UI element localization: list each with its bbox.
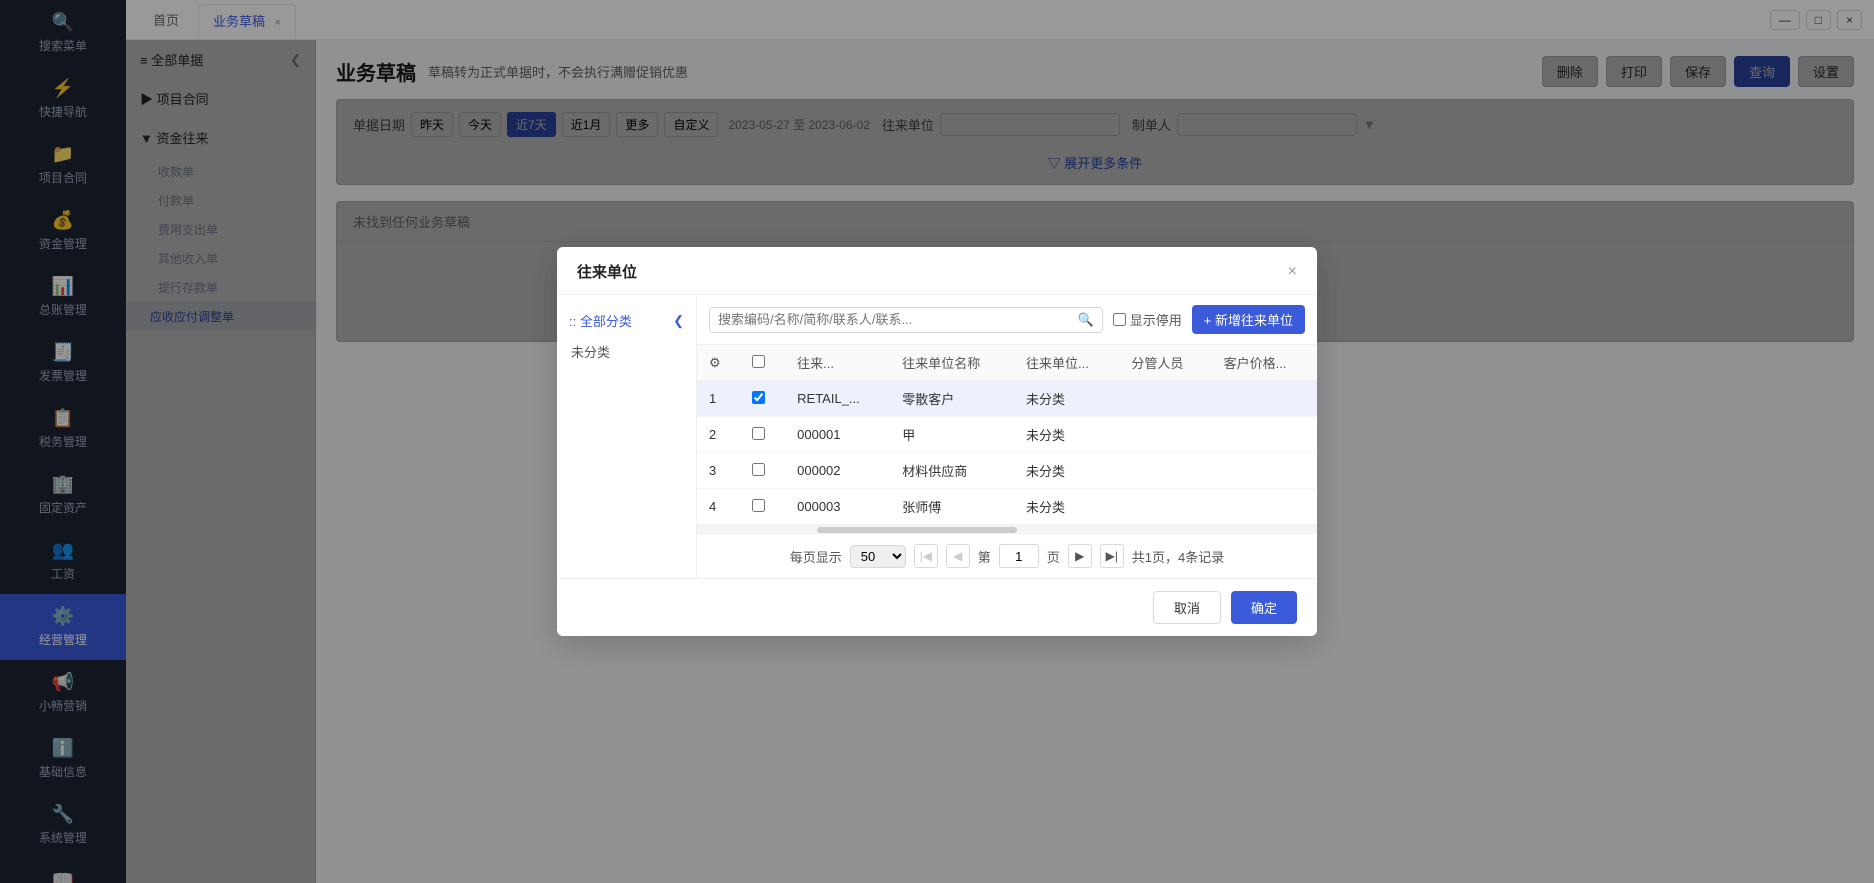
cell-checkbox[interactable]	[740, 417, 785, 453]
search-input[interactable]	[718, 312, 1072, 327]
table-panel: 🔍 显示停用 + 新增往来单位 ⚙	[697, 295, 1317, 578]
data-table: ⚙ 往来... 往来单位名称 往来单位... 分管人员 客户价格...	[697, 345, 1317, 525]
table-row[interactable]: 1 RETAIL_... 零散客户 未分类	[697, 381, 1317, 417]
cancel-button[interactable]: 取消	[1153, 591, 1221, 624]
cell-salesperson	[1119, 417, 1211, 453]
cell-code: 000003	[785, 489, 890, 525]
col-salesperson[interactable]: 分管人员	[1119, 345, 1211, 381]
cell-checkbox[interactable]	[740, 381, 785, 417]
next-page-button[interactable]: ▶	[1068, 544, 1092, 568]
cell-salesperson	[1119, 381, 1211, 417]
cell-salesperson	[1119, 489, 1211, 525]
cell-price	[1212, 417, 1317, 453]
cell-name: 零散客户	[890, 381, 1014, 417]
cell-category: 未分类	[1014, 381, 1119, 417]
category-panel: :: 全部分类 ❮ 未分类	[557, 295, 697, 578]
cell-row-num: 3	[697, 453, 740, 489]
cell-category: 未分类	[1014, 453, 1119, 489]
horizontal-scrollbar[interactable]	[697, 525, 1317, 533]
col-name[interactable]: 往来单位名称	[890, 345, 1014, 381]
category-all-text: :: 全部分类	[569, 311, 632, 330]
table-row[interactable]: 2 000001 甲 未分类	[697, 417, 1317, 453]
pagination: 每页显示 50 100 200 |◀ ◀ 第 页 ▶ ▶| 共1页，4条记录	[697, 533, 1317, 578]
search-icon: 🔍	[1078, 312, 1094, 328]
col-code[interactable]: 往来...	[785, 345, 890, 381]
last-page-button[interactable]: ▶|	[1100, 544, 1124, 568]
col-price[interactable]: 客户价格...	[1212, 345, 1317, 381]
dialog-header: 往来单位 ×	[557, 247, 1317, 295]
show-disabled-text: 显示停用	[1130, 310, 1182, 329]
cell-name: 甲	[890, 417, 1014, 453]
cell-category: 未分类	[1014, 417, 1119, 453]
cell-salesperson	[1119, 453, 1211, 489]
col-checkbox	[740, 345, 785, 381]
category-all-label[interactable]: :: 全部分类 ❮	[557, 305, 696, 336]
col-category[interactable]: 往来单位...	[1014, 345, 1119, 381]
scrollbar-thumb[interactable]	[817, 527, 1017, 533]
page-number-input[interactable]	[999, 544, 1039, 568]
prev-page-button[interactable]: ◀	[946, 544, 970, 568]
partner-table: ⚙ 往来... 往来单位名称 往来单位... 分管人员 客户价格...	[697, 345, 1317, 525]
select-all-checkbox[interactable]	[752, 355, 765, 368]
dialog-table-toolbar: 🔍 显示停用 + 新增往来单位	[697, 295, 1317, 345]
cell-price	[1212, 381, 1317, 417]
cell-code: RETAIL_...	[785, 381, 890, 417]
dialog-title: 往来单位	[577, 261, 637, 282]
table-row[interactable]: 3 000002 材料供应商 未分类	[697, 453, 1317, 489]
page-size-label: 每页显示	[790, 547, 842, 566]
cell-category: 未分类	[1014, 489, 1119, 525]
cell-checkbox[interactable]	[740, 489, 785, 525]
category-collapse-icon[interactable]: ❮	[673, 313, 684, 329]
cell-code: 000002	[785, 453, 890, 489]
table-header: ⚙ 往来... 往来单位名称 往来单位... 分管人员 客户价格...	[697, 345, 1317, 381]
partner-dialog: 往来单位 × :: 全部分类 ❮ 未分类 �	[557, 247, 1317, 636]
table-row[interactable]: 4 000003 张师傅 未分类	[697, 489, 1317, 525]
dialog-body: :: 全部分类 ❮ 未分类 🔍 显示停用	[557, 295, 1317, 578]
page-label-before: 第	[978, 547, 991, 566]
first-page-button[interactable]: |◀	[914, 544, 938, 568]
cell-name: 张师傅	[890, 489, 1014, 525]
dialog-close-button[interactable]: ×	[1288, 263, 1297, 281]
cell-row-num: 4	[697, 489, 740, 525]
total-label: 共1页，4条记录	[1132, 547, 1224, 566]
add-partner-button[interactable]: + 新增往来单位	[1192, 305, 1305, 334]
cell-price	[1212, 489, 1317, 525]
cell-checkbox[interactable]	[740, 453, 785, 489]
page-label-after: 页	[1047, 547, 1060, 566]
page-size-select[interactable]: 50 100 200	[850, 545, 906, 568]
search-box: 🔍	[709, 307, 1103, 333]
cell-code: 000001	[785, 417, 890, 453]
category-uncategorized[interactable]: 未分类	[557, 336, 696, 367]
dialog-footer: 取消 确定	[557, 578, 1317, 636]
dialog-overlay: 往来单位 × :: 全部分类 ❮ 未分类 �	[0, 0, 1874, 883]
cell-row-num: 1	[697, 381, 740, 417]
show-disabled-label[interactable]: 显示停用	[1113, 310, 1182, 329]
cell-name: 材料供应商	[890, 453, 1014, 489]
cell-row-num: 2	[697, 417, 740, 453]
table-body: 1 RETAIL_... 零散客户 未分类 2	[697, 381, 1317, 525]
confirm-button[interactable]: 确定	[1231, 591, 1297, 624]
show-disabled-checkbox[interactable]	[1113, 313, 1126, 326]
col-settings[interactable]: ⚙	[697, 345, 740, 381]
uncategorized-label: 未分类	[571, 345, 610, 360]
cell-price	[1212, 453, 1317, 489]
